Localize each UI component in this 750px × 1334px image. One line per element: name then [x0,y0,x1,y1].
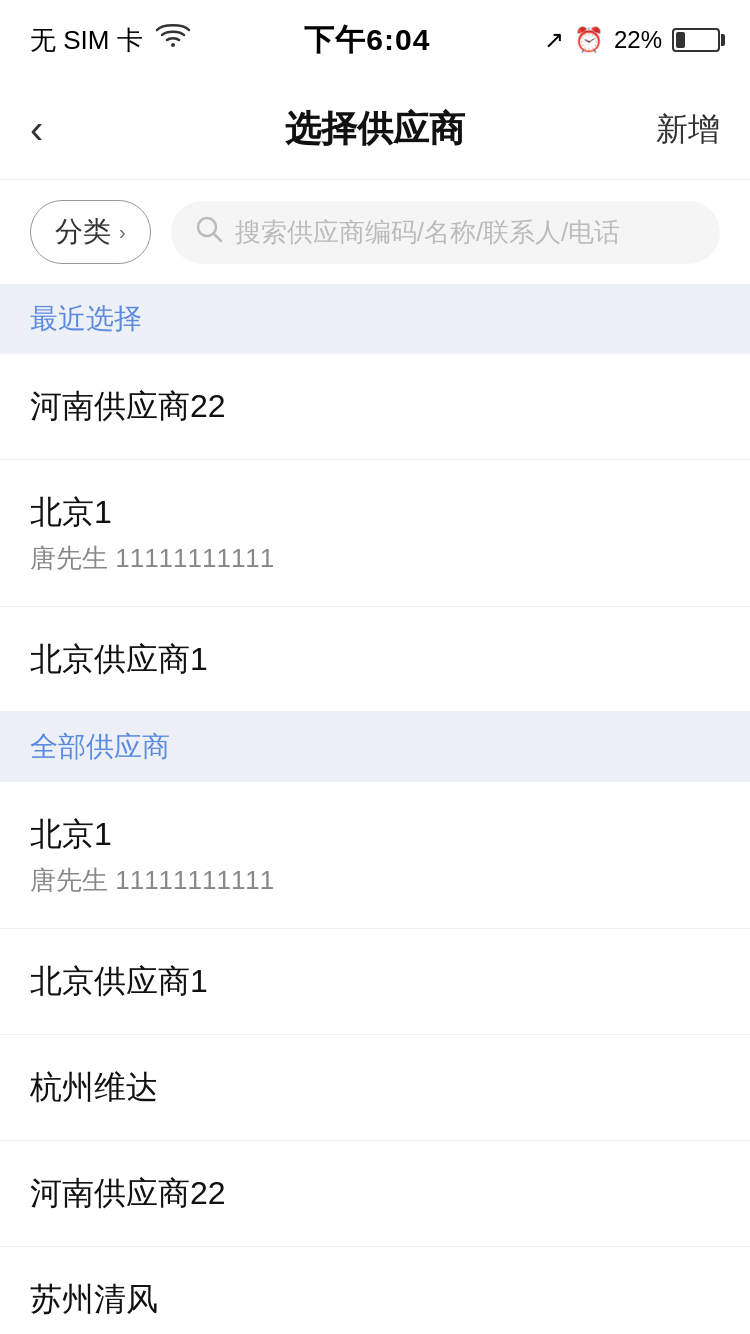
location-icon: ↗ [544,26,564,54]
search-box[interactable]: 搜索供应商编码/名称/联系人/电话 [171,201,720,264]
category-button[interactable]: 分类 › [30,200,151,264]
recent-list-item[interactable]: 北京供应商1 [0,607,750,713]
all-item-name: 北京供应商1 [30,959,720,1004]
all-item-name: 杭州维达 [30,1065,720,1110]
recent-item-name: 北京供应商1 [30,637,720,682]
recent-item-sub: 唐先生 11111111111 [30,541,720,576]
status-time: 下午6:04 [304,20,430,61]
all-list-item[interactable]: 北京1 唐先生 11111111111 [0,782,750,929]
battery-fill [676,32,685,48]
all-item-name: 北京1 [30,812,720,857]
recent-list-item[interactable]: 北京1 唐先生 11111111111 [0,460,750,607]
add-button[interactable]: 新增 [640,108,720,152]
all-items-list: 北京1 唐先生 11111111111 北京供应商1 杭州维达河南供应商22 苏州清风 [0,782,750,1334]
chevron-right-icon: › [119,221,126,244]
all-item-name: 河南供应商22 [30,1171,720,1216]
all-section-header: 全部供应商 [0,712,750,782]
all-item-sub: 唐先生 11111111111 [30,863,720,898]
recent-section-label: 最近选择 [30,303,142,334]
recent-section-header: 最近选择 [0,284,750,354]
alarm-icon: ⏰ [574,26,604,54]
all-section-label: 全部供应商 [30,731,170,762]
all-list-item[interactable]: 苏州清风 [0,1247,750,1334]
status-bar: 无 SIM 卡 下午6:04 ↗ ⏰ 22% [0,0,750,80]
nav-title: 选择供应商 [285,105,465,154]
carrier-text: 无 SIM 卡 [30,23,143,58]
recent-list-item[interactable]: 河南供应商22 [0,354,750,460]
status-left: 无 SIM 卡 [30,23,191,58]
battery-pct: 22% [614,26,662,54]
back-button[interactable]: ‹ [30,107,110,152]
all-item-name: 苏州清风 [30,1277,720,1322]
all-list-item[interactable]: 杭州维达 [0,1035,750,1141]
recent-item-name: 北京1 [30,490,720,535]
recent-item-name: 河南供应商22 [30,384,720,429]
search-placeholder: 搜索供应商编码/名称/联系人/电话 [235,215,621,250]
recent-items-list: 河南供应商22 北京1 唐先生 11111111111 北京供应商1 [0,354,750,712]
svg-line-1 [214,234,221,241]
all-list-item[interactable]: 北京供应商1 [0,929,750,1035]
status-right: ↗ ⏰ 22% [544,26,720,54]
wifi-icon [155,23,191,58]
filter-row: 分类 › 搜索供应商编码/名称/联系人/电话 [0,180,750,284]
category-label: 分类 [55,213,111,251]
battery-icon [672,28,720,52]
nav-bar: ‹ 选择供应商 新增 [0,80,750,180]
all-list-item[interactable]: 河南供应商22 [0,1141,750,1247]
search-icon [195,215,223,250]
